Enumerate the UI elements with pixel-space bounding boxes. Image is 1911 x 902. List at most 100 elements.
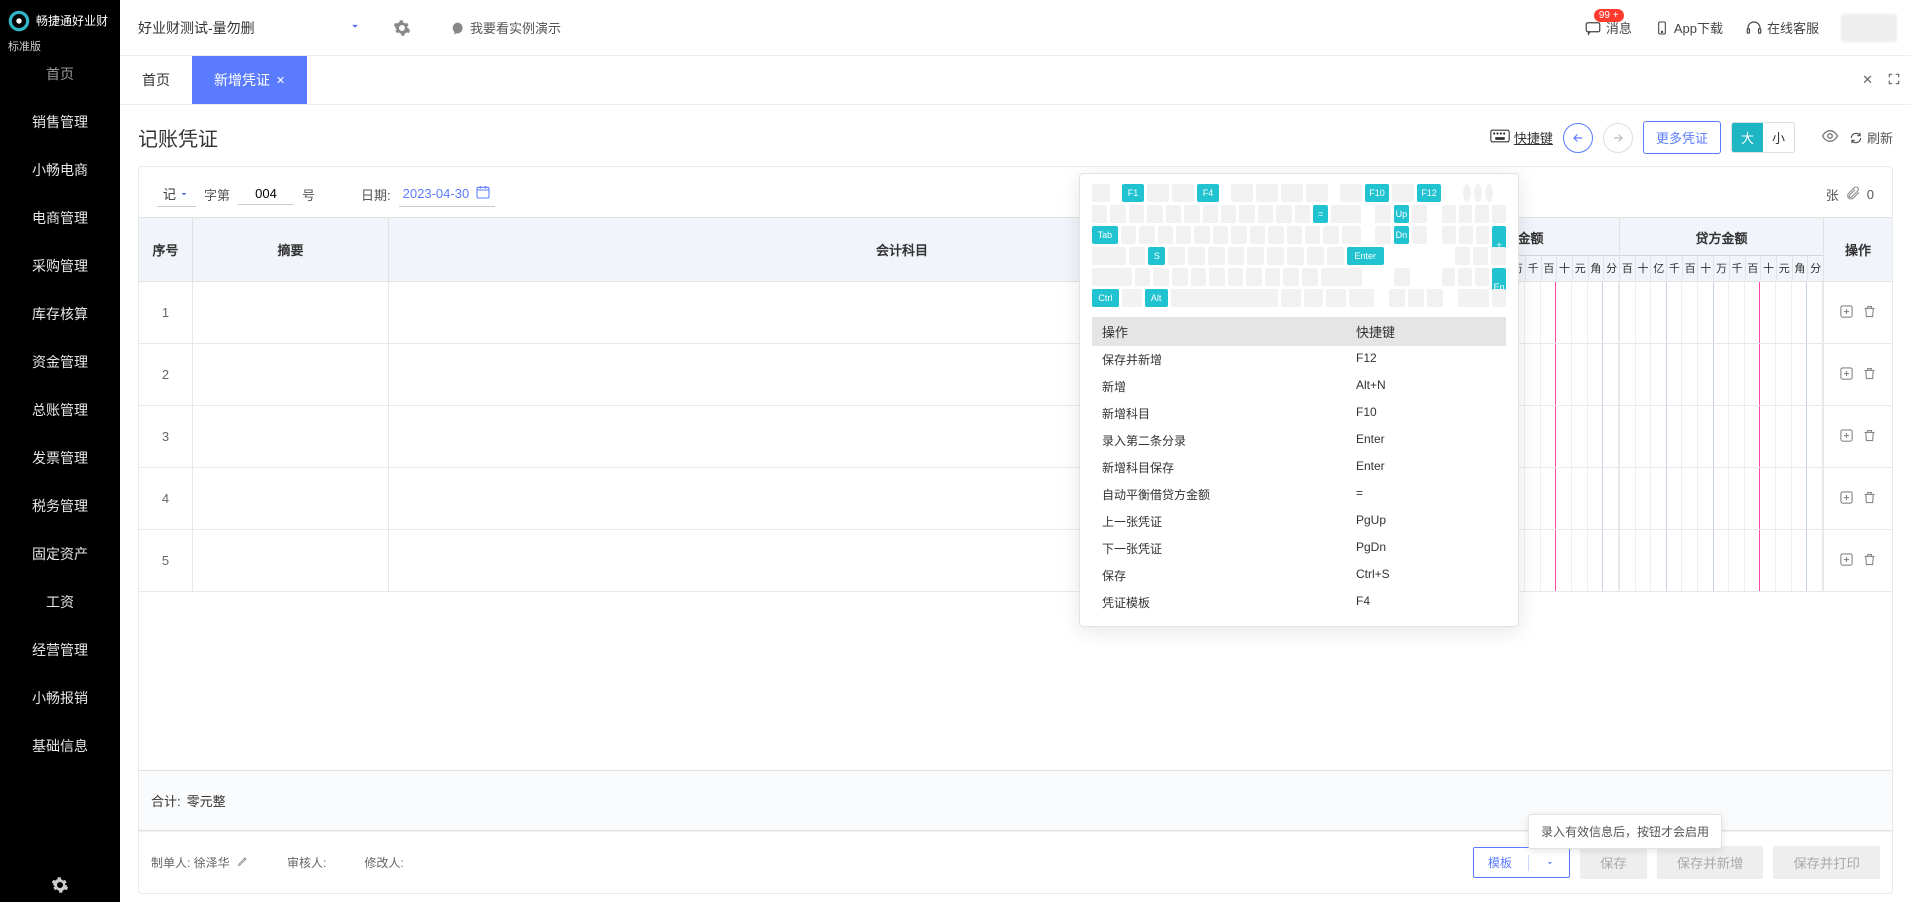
header-messages[interactable]: 99 + 消息	[1584, 18, 1632, 37]
save-button[interactable]: 保存	[1580, 846, 1647, 879]
table-row[interactable]: 2	[139, 344, 1892, 406]
sidebar-item[interactable]: 采购管理	[0, 242, 120, 290]
content: 记账凭证 快捷键 更多凭证	[120, 105, 1911, 902]
sidebar-item[interactable]: 发票管理	[0, 434, 120, 482]
row-delete-icon[interactable]	[1862, 428, 1877, 446]
sidebar-item[interactable]: 销售管理	[0, 98, 120, 146]
brand-logo-icon	[6, 8, 32, 34]
row-add-icon[interactable]	[1839, 366, 1854, 384]
cell-summary[interactable]	[193, 530, 389, 591]
tabs-actions: ✕	[1862, 72, 1901, 89]
shortcut-row: 下一张凭证PgDn	[1092, 535, 1506, 562]
header-customer-service[interactable]: 在线客服	[1745, 18, 1819, 37]
cell-summary[interactable]	[193, 406, 389, 467]
brand-header: 畅捷通好业财	[0, 0, 120, 38]
disabled-tooltip: 录入有效信息后，按钮才会启用	[1528, 814, 1722, 849]
paperclip-icon[interactable]	[1845, 185, 1861, 204]
table-row[interactable]: 4	[139, 468, 1892, 530]
sidebar-item[interactable]: 总账管理	[0, 386, 120, 434]
shortcut-row: 新增科目保存Enter	[1092, 454, 1506, 481]
sidebar-item[interactable]: 小畅电商	[0, 146, 120, 194]
shortcut-row: 上一张凭证PgUp	[1092, 508, 1506, 535]
grid-body: 1 2 3 4	[139, 282, 1892, 770]
sidebar-item[interactable]: 基础信息	[0, 722, 120, 770]
cell-summary[interactable]	[193, 282, 389, 343]
word-label: 字第	[204, 185, 230, 204]
row-add-icon[interactable]	[1839, 428, 1854, 446]
shortcut-label: 快捷键	[1514, 128, 1553, 147]
shortcut-row: 保存并新增F12	[1092, 346, 1506, 373]
row-delete-icon[interactable]	[1862, 366, 1877, 384]
demo-button[interactable]: 我要看实例演示	[450, 18, 561, 37]
header-settings-icon[interactable]	[388, 14, 416, 42]
th-credit: 贷方金额 百十亿千百十万千百十元角分	[1620, 218, 1824, 281]
creator-info: 制单人: 徐泽华	[151, 854, 249, 871]
num-label: 号	[302, 185, 315, 204]
table-row[interactable]: 5	[139, 530, 1892, 592]
page-title-row: 记账凭证 快捷键 更多凭证	[120, 105, 1911, 166]
shortcut-row: 新增科目F10	[1092, 400, 1506, 427]
tabs-close-all-icon[interactable]: ✕	[1862, 72, 1873, 88]
date-picker[interactable]: 2023-04-30	[399, 181, 496, 207]
sidebar-item[interactable]: 固定资产	[0, 530, 120, 578]
sidebar-item[interactable]: 税务管理	[0, 482, 120, 530]
sidebar-item[interactable]: 库存核算	[0, 290, 120, 338]
tab-home[interactable]: 首页	[120, 56, 192, 104]
sidebar-item[interactable]: 首页	[0, 60, 120, 98]
row-delete-icon[interactable]	[1862, 552, 1877, 570]
sidebar-item[interactable]: 小畅报销	[0, 674, 120, 722]
sidebar-settings-icon[interactable]	[0, 868, 120, 902]
cell-seq: 1	[139, 282, 193, 343]
avatar[interactable]	[1841, 14, 1897, 42]
save-print-button[interactable]: 保存并打印	[1773, 846, 1880, 879]
sidebar-item[interactable]: 经营管理	[0, 626, 120, 674]
header-right: 99 + 消息 App下载 在线客服	[1584, 14, 1897, 42]
cell-credit[interactable]	[1620, 468, 1824, 529]
refresh-button[interactable]: 刷新	[1849, 128, 1893, 147]
cell-action	[1824, 406, 1892, 467]
voucher-number-input[interactable]	[238, 183, 294, 205]
voucher-grid: 序号 摘要 会计科目 借方金额 百十亿千百十万千百十元角分 贷方金额 百十亿千百…	[139, 217, 1892, 831]
cell-action	[1824, 468, 1892, 529]
cell-summary[interactable]	[193, 344, 389, 405]
keyboard-diagram: F1F4 F10F12 = Up	[1092, 184, 1506, 307]
tab-close-icon[interactable]: ✕	[276, 74, 285, 87]
footer-actions: 模板 保存 保存并新增 保存并打印	[1473, 846, 1880, 879]
table-row[interactable]: 1	[139, 282, 1892, 344]
shortcut-button[interactable]: 快捷键	[1490, 128, 1553, 147]
size-small[interactable]: 小	[1763, 123, 1794, 152]
cell-credit[interactable]	[1620, 406, 1824, 467]
row-add-icon[interactable]	[1839, 552, 1854, 570]
edit-creator-icon[interactable]	[237, 856, 249, 870]
tab-new-voucher[interactable]: 新增凭证 ✕	[192, 56, 307, 104]
demo-button-label: 我要看实例演示	[470, 18, 561, 37]
preview-icon[interactable]	[1821, 127, 1839, 148]
tabs-fullscreen-icon[interactable]	[1887, 72, 1901, 89]
row-add-icon[interactable]	[1839, 304, 1854, 322]
cell-credit[interactable]	[1620, 344, 1824, 405]
row-delete-icon[interactable]	[1862, 490, 1877, 508]
grid-header: 序号 摘要 会计科目 借方金额 百十亿千百十万千百十元角分 贷方金额 百十亿千百…	[139, 217, 1892, 282]
row-delete-icon[interactable]	[1862, 304, 1877, 322]
cell-credit[interactable]	[1620, 282, 1824, 343]
sidebar-item[interactable]: 工资	[0, 578, 120, 626]
cell-credit[interactable]	[1620, 530, 1824, 591]
size-big[interactable]: 大	[1732, 123, 1763, 152]
attachment-label: 张	[1826, 185, 1839, 204]
shortcut-table: 操作 快捷键 保存并新增F12新增Alt+N新增科目F10录入第二条分录Ente…	[1092, 317, 1506, 616]
cell-summary[interactable]	[193, 468, 389, 529]
header-app-download[interactable]: App下载	[1654, 18, 1723, 37]
row-add-icon[interactable]	[1839, 490, 1854, 508]
word-type-select[interactable]: 记	[157, 181, 196, 207]
more-vouchers-button[interactable]: 更多凭证	[1643, 121, 1721, 154]
save-new-button[interactable]: 保存并新增	[1657, 846, 1764, 879]
header-cs-label: 在线客服	[1767, 18, 1819, 37]
sidebar-item[interactable]: 资金管理	[0, 338, 120, 386]
template-button[interactable]: 模板	[1473, 847, 1570, 878]
cell-action	[1824, 344, 1892, 405]
prev-voucher-button[interactable]	[1563, 123, 1593, 153]
project-select[interactable]: 好业财测试-量勿删	[130, 18, 370, 38]
sidebar-item[interactable]: 电商管理	[0, 194, 120, 242]
next-voucher-button[interactable]	[1603, 123, 1633, 153]
table-row[interactable]: 3	[139, 406, 1892, 468]
